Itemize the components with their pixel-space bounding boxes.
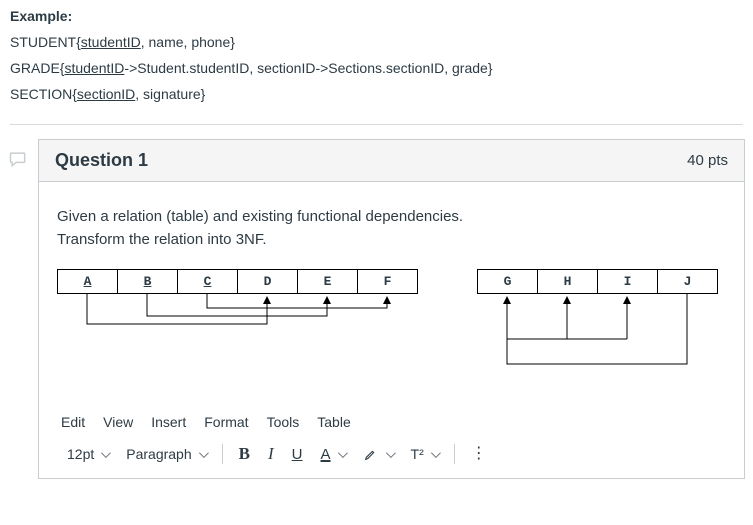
font-size-dropdown[interactable]: 12pt bbox=[61, 444, 114, 464]
menu-view[interactable]: View bbox=[103, 414, 133, 430]
toolbar-separator-2 bbox=[454, 444, 455, 464]
question-body: Given a relation (table) and existing fu… bbox=[39, 182, 744, 478]
attr-C: C bbox=[178, 270, 238, 294]
underline-button[interactable]: U bbox=[286, 444, 309, 465]
block-format-value: Paragraph bbox=[126, 446, 191, 462]
editor-menubar: Edit View Insert Format Tools Table bbox=[57, 412, 726, 440]
attr-D: D bbox=[238, 270, 298, 294]
relation-table: A B C D E F G H I J bbox=[57, 269, 718, 294]
attr-B: B bbox=[118, 270, 178, 294]
text-color-icon: A bbox=[321, 446, 331, 463]
example-title: Example: bbox=[10, 8, 743, 24]
more-button[interactable]: ⋮ bbox=[465, 444, 493, 464]
schema-section-rest: , signature} bbox=[135, 86, 205, 102]
prompt-line2: Transform the relation into 3NF. bbox=[57, 231, 267, 248]
schema-grade-pk: studentID bbox=[64, 60, 124, 76]
speech-bubble-icon bbox=[8, 149, 30, 171]
question-card: Question 1 40 pts Given a relation (tabl… bbox=[38, 139, 745, 479]
superscript-label: T² bbox=[411, 446, 424, 462]
question-points: 40 pts bbox=[687, 152, 728, 169]
fd-diagram bbox=[57, 294, 726, 394]
highlight-button[interactable] bbox=[357, 444, 399, 464]
schema-section-pk: sectionID bbox=[77, 86, 135, 102]
divider bbox=[10, 124, 743, 125]
question-header: Question 1 40 pts bbox=[39, 140, 744, 182]
attr-H: H bbox=[538, 270, 598, 294]
fd-arrows-svg bbox=[57, 294, 717, 394]
block-format-dropdown[interactable]: Paragraph bbox=[120, 444, 211, 464]
question-prompt: Given a relation (table) and existing fu… bbox=[57, 206, 726, 251]
question-wrap: Question 1 40 pts Given a relation (tabl… bbox=[0, 139, 753, 479]
schema-grade-rest: ->Student.studentID, sectionID->Sections… bbox=[124, 60, 492, 76]
attr-G: G bbox=[478, 270, 538, 294]
attr-I: I bbox=[598, 270, 658, 294]
text-color-button[interactable]: A bbox=[315, 444, 351, 465]
prompt-line1: Given a relation (table) and existing fu… bbox=[57, 208, 463, 225]
menu-format[interactable]: Format bbox=[204, 414, 248, 430]
example-block: Example: STUDENT{studentID, name, phone}… bbox=[0, 0, 753, 118]
attr-F: F bbox=[358, 270, 418, 294]
schema-student-rest: , name, phone} bbox=[141, 34, 235, 50]
superscript-button[interactable]: T² bbox=[405, 444, 444, 464]
font-size-value: 12pt bbox=[67, 446, 94, 462]
schema-section: SECTION{sectionID, signature} bbox=[10, 86, 743, 102]
schema-grade: GRADE{studentID->Student.studentID, sect… bbox=[10, 60, 743, 76]
gap-cell bbox=[418, 270, 478, 294]
schema-grade-prefix: GRADE{ bbox=[10, 60, 64, 76]
editor-toolbar: 12pt Paragraph B I U A T² ⋮ bbox=[57, 440, 726, 468]
menu-edit[interactable]: Edit bbox=[61, 414, 85, 430]
schema-section-prefix: SECTION{ bbox=[10, 86, 77, 102]
bold-button[interactable]: B bbox=[233, 442, 256, 466]
question-title: Question 1 bbox=[55, 150, 148, 171]
schema-student: STUDENT{studentID, name, phone} bbox=[10, 34, 743, 50]
attr-E: E bbox=[298, 270, 358, 294]
toolbar-separator bbox=[222, 444, 223, 464]
highlight-icon bbox=[363, 446, 379, 462]
menu-table[interactable]: Table bbox=[317, 414, 350, 430]
attr-J: J bbox=[658, 270, 718, 294]
attr-A: A bbox=[58, 270, 118, 294]
menu-tools[interactable]: Tools bbox=[267, 414, 300, 430]
schema-student-pk: studentID bbox=[81, 34, 141, 50]
italic-button[interactable]: I bbox=[262, 442, 280, 466]
menu-insert[interactable]: Insert bbox=[151, 414, 186, 430]
schema-student-prefix: STUDENT{ bbox=[10, 34, 81, 50]
